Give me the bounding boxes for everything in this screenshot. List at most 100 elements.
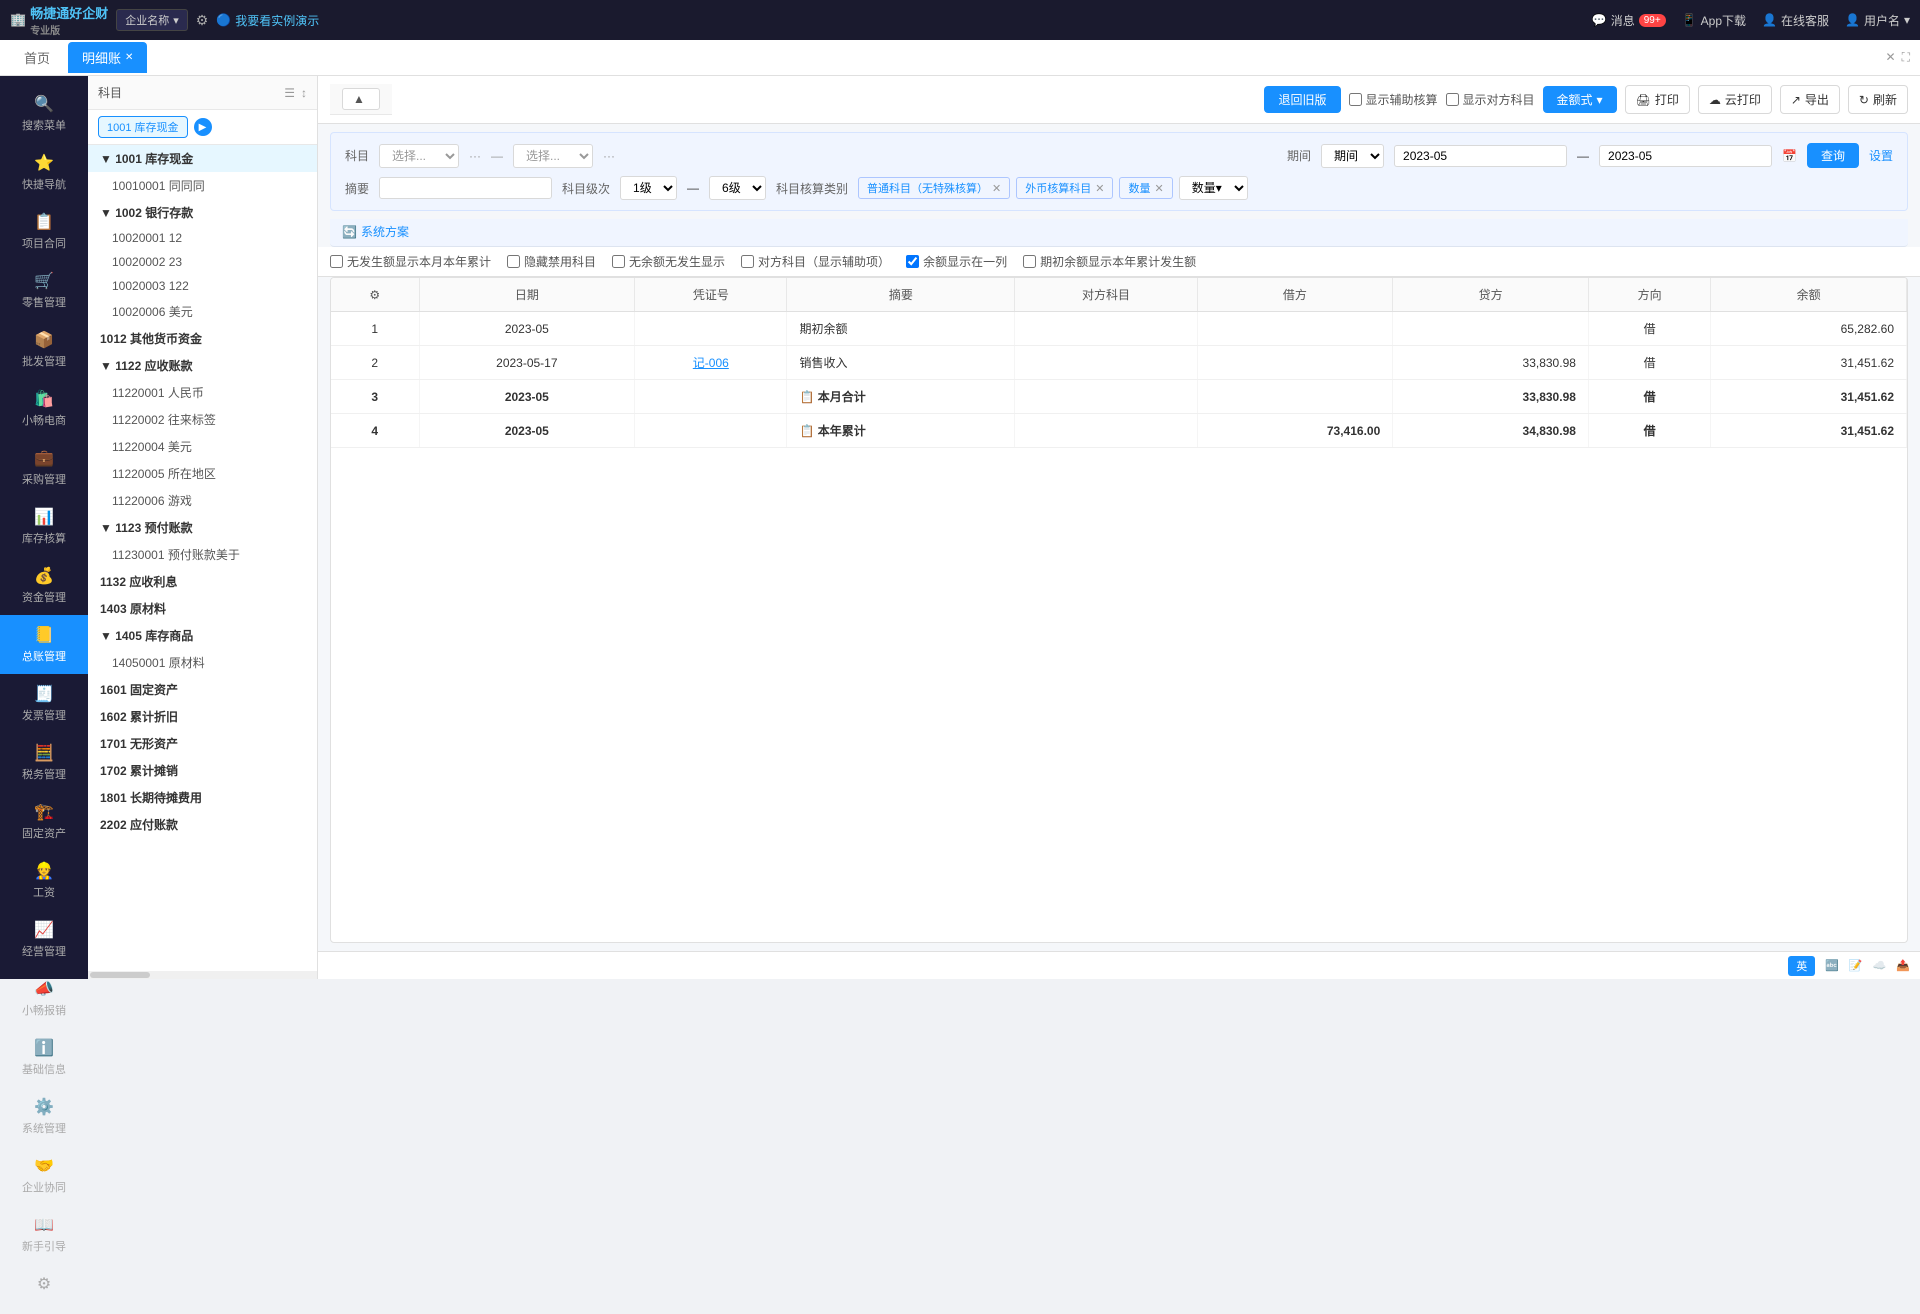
period-start-input[interactable]	[1394, 145, 1567, 167]
opening-show-checkbox[interactable]	[1023, 255, 1036, 268]
sidebar-item-system[interactable]: ⚙️ 系统管理	[0, 1087, 88, 1146]
calendar-icon[interactable]: 📅	[1782, 149, 1797, 163]
table-settings-icon[interactable]: ⚙	[369, 288, 380, 302]
sidebar-item-ledger[interactable]: 📒 总账管理	[0, 615, 88, 674]
quantity-select[interactable]: 数量▾	[1179, 176, 1248, 200]
hide-disabled-checkbox-label[interactable]: 隐藏禁用科目	[507, 253, 596, 270]
table-row[interactable]: 12023-05期初余额借65,282.60	[331, 312, 1907, 346]
tree-item-2202[interactable]: 2202 应付账款	[88, 811, 317, 838]
tree-item-11220001[interactable]: 11220001 人民币	[88, 379, 317, 406]
tree-nav-current-btn[interactable]: 1001 库存现金	[98, 116, 188, 138]
tree-item-10020002[interactable]: 10020002 23	[88, 250, 317, 274]
no-bal-show-checkbox[interactable]	[612, 255, 625, 268]
tree-item-1601[interactable]: 1601 固定资产	[88, 676, 317, 703]
balance-one-col-checkbox[interactable]	[906, 255, 919, 268]
tag-foreign[interactable]: 外币核算科目 ✕	[1016, 177, 1113, 199]
period-type-select[interactable]: 期间	[1321, 144, 1384, 168]
tree-item-1132[interactable]: 1132 应收利息	[88, 568, 317, 595]
upload-icon[interactable]: 📤	[1896, 959, 1910, 972]
online-service-button[interactable]: 👤 在线客服	[1762, 12, 1829, 29]
tree-item-1012[interactable]: 1012 其他货币资金	[88, 325, 317, 352]
tag-normal[interactable]: 普通科目（无特殊核算） ✕	[858, 177, 1010, 199]
format-btn[interactable]: 金额式 ▾	[1543, 86, 1617, 113]
tab-close-icon[interactable]: ✕	[125, 52, 133, 63]
tree-item-14050001[interactable]: 14050001 原材料	[88, 649, 317, 676]
tree-item-11220002[interactable]: 11220002 往来标签	[88, 406, 317, 433]
tab-close-all-icon[interactable]: ✕	[1886, 50, 1896, 65]
no-occur-show-checkbox-label[interactable]: 无发生额显示本月本年累计	[330, 253, 491, 270]
sync-icon[interactable]: ☁️	[1873, 959, 1887, 972]
level-end-select[interactable]: 6级	[709, 176, 766, 200]
table-row[interactable]: 22023-05-17记-006销售收入33,830.98借31,451.62	[331, 346, 1907, 380]
sidebar-item-tax[interactable]: 🧮 税务管理	[0, 733, 88, 792]
show-aux-checkbox-label[interactable]: 显示辅助核算	[1349, 91, 1438, 108]
tree-item-11220006[interactable]: 11220006 游戏	[88, 487, 317, 514]
collapse-more-btn[interactable]: ▲	[342, 88, 380, 110]
tag-quantity[interactable]: 数量 ✕	[1119, 177, 1172, 199]
filter-settings-btn[interactable]: 设置	[1869, 147, 1893, 164]
keyboard-icon[interactable]: 🔤	[1825, 959, 1839, 972]
sidebar-item-expense[interactable]: 📣 小畅报销	[0, 969, 88, 1028]
tree-item-1002[interactable]: ▼ 1002 银行存款	[88, 199, 317, 226]
tree-item-1602[interactable]: 1602 累计折旧	[88, 703, 317, 730]
sidebar-item-operations[interactable]: 📈 经营管理	[0, 910, 88, 969]
balance-one-col-checkbox-label[interactable]: 余额显示在一列	[906, 253, 1007, 270]
subject-select-end[interactable]: 选择...	[513, 144, 593, 168]
sidebar-item-invoice[interactable]: 🧾 发票管理	[0, 674, 88, 733]
sidebar-item-search[interactable]: 🔍 搜索菜单	[0, 84, 88, 143]
refresh-btn[interactable]: ↻ 刷新	[1848, 85, 1908, 114]
sidebar-item-ecommerce[interactable]: 🛍️ 小畅电商	[0, 379, 88, 438]
tab-detail-account[interactable]: 明细账 ✕	[68, 42, 147, 73]
tree-item-1405[interactable]: ▼ 1405 库存商品	[88, 622, 317, 649]
user-profile[interactable]: 👤 用户名 ▾	[1845, 12, 1910, 29]
sidebar-item-purchase[interactable]: 💼 采购管理	[0, 438, 88, 497]
tree-item-11220004[interactable]: 11220004 美元	[88, 433, 317, 460]
tab-maximize-icon[interactable]: ⛶	[1902, 50, 1910, 65]
sidebar-item-cooperation[interactable]: 🤝 企业协同	[0, 1146, 88, 1205]
summary-input[interactable]	[379, 177, 552, 199]
no-occur-show-checkbox[interactable]	[330, 255, 343, 268]
period-end-input[interactable]	[1599, 145, 1772, 167]
tree-item-11230001[interactable]: 11230001 预付账款美于	[88, 541, 317, 568]
level-start-select[interactable]: 1级	[620, 176, 677, 200]
col-gear[interactable]: ⚙	[331, 278, 419, 312]
messages-button[interactable]: 💬 消息 99+	[1592, 12, 1666, 29]
tree-nav-next-btn[interactable]: ▶	[194, 118, 212, 136]
sidebar-item-funds[interactable]: 💰 资金管理	[0, 556, 88, 615]
tree-item-10020001[interactable]: 10020001 12	[88, 226, 317, 250]
demo-link[interactable]: 🔵 我要看实例演示	[216, 12, 319, 29]
tree-list-icon[interactable]: ☰	[284, 86, 295, 100]
opening-show-checkbox-label[interactable]: 期初余额显示本年累计发生额	[1023, 253, 1196, 270]
tag-quantity-remove-icon[interactable]: ✕	[1154, 182, 1163, 195]
tree-item-1701[interactable]: 1701 无形资产	[88, 730, 317, 757]
table-row[interactable]: 42023-05📋 本年累计73,416.0034,830.98借31,451.…	[331, 414, 1907, 448]
contra-show-checkbox[interactable]	[741, 255, 754, 268]
scheme-btn[interactable]: 🔄 系统方案	[342, 223, 409, 240]
sidebar-item-salary[interactable]: 👷 工资	[0, 851, 88, 910]
sidebar-settings-button[interactable]: ⚙	[33, 1264, 55, 1304]
sidebar-item-wholesale[interactable]: 📦 批发管理	[0, 320, 88, 379]
tag-foreign-remove-icon[interactable]: ✕	[1095, 182, 1104, 195]
show-contra-checkbox[interactable]	[1446, 93, 1459, 106]
tag-normal-remove-icon[interactable]: ✕	[992, 182, 1001, 195]
sidebar-item-guide[interactable]: 📖 新手引导	[0, 1205, 88, 1264]
tree-item-1001[interactable]: ▼ 1001 库存现金	[88, 145, 317, 172]
sidebar-item-quick-nav[interactable]: ⭐ 快捷导航	[0, 143, 88, 202]
back-old-version-btn[interactable]: 退回旧版	[1264, 86, 1340, 113]
tab-home[interactable]: 首页	[10, 42, 64, 73]
lang-switch-btn[interactable]: 英	[1788, 956, 1815, 976]
export-btn[interactable]: ↗ 导出	[1780, 85, 1840, 114]
tree-item-1403[interactable]: 1403 原材料	[88, 595, 317, 622]
tree-item-10010001[interactable]: 10010001 同同同	[88, 172, 317, 199]
hide-disabled-checkbox[interactable]	[507, 255, 520, 268]
tree-item-1122[interactable]: ▼ 1122 应收账款	[88, 352, 317, 379]
tree-item-11220005[interactable]: 11220005 所在地区	[88, 460, 317, 487]
show-aux-checkbox[interactable]	[1349, 93, 1362, 106]
tree-scrollbar[interactable]	[88, 971, 317, 979]
voucher-link[interactable]: 记-006	[693, 356, 729, 370]
tree-item-10020003[interactable]: 10020003 122	[88, 274, 317, 298]
tree-item-1801[interactable]: 1801 长期待摊费用	[88, 784, 317, 811]
contra-show-checkbox-label[interactable]: 对方科目（显示辅助项）	[741, 253, 890, 270]
tree-item-1123[interactable]: ▼ 1123 预付账款	[88, 514, 317, 541]
tree-item-10020006[interactable]: 10020006 美元	[88, 298, 317, 325]
